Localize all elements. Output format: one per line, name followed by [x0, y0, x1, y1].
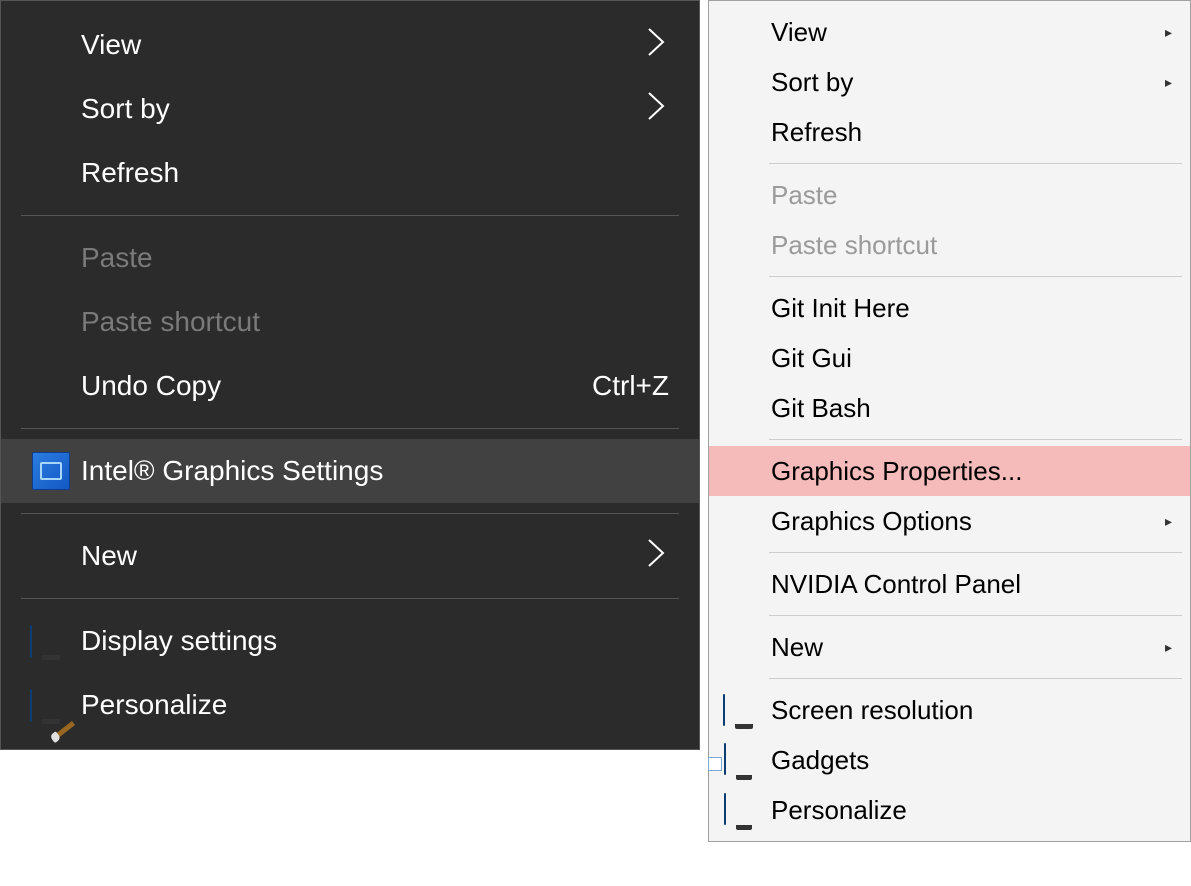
menu-separator [769, 439, 1182, 440]
menu-item-personalize[interactable]: Personalize [709, 785, 1190, 835]
submenu-arrow-icon: ▸ [1165, 74, 1172, 91]
intel-graphics-icon [21, 452, 81, 490]
menu-label: Refresh [771, 117, 1176, 148]
menu-item-graphics-properties[interactable]: Graphics Properties... [709, 446, 1190, 496]
menu-item-sort-by[interactable]: Sort by ▸ [709, 57, 1190, 107]
menu-item-view[interactable]: View [1, 13, 699, 77]
menu-separator [21, 428, 679, 429]
menu-label: Personalize [81, 689, 679, 721]
menu-item-graphics-options[interactable]: Graphics Options ▸ [709, 496, 1190, 546]
menu-separator [21, 598, 679, 599]
menu-item-view[interactable]: View ▸ [709, 7, 1190, 57]
menu-item-nvidia-control-panel[interactable]: NVIDIA Control Panel [709, 559, 1190, 609]
menu-label: Git Bash [771, 393, 1176, 424]
submenu-arrow-icon: ▸ [1165, 639, 1172, 656]
menu-item-paste: Paste [1, 226, 699, 290]
menu-item-paste: Paste [709, 170, 1190, 220]
menu-label: Paste [81, 242, 679, 274]
submenu-arrow-icon: ▸ [1165, 24, 1172, 41]
chevron-right-icon [647, 538, 665, 575]
submenu-arrow-icon: ▸ [1165, 513, 1172, 530]
menu-label: Sort by [81, 93, 647, 125]
chevron-right-icon [647, 91, 665, 128]
menu-item-sort-by[interactable]: Sort by [1, 77, 699, 141]
menu-separator [769, 276, 1182, 277]
menu-item-paste-shortcut: Paste shortcut [1, 290, 699, 354]
menu-item-undo-copy[interactable]: Undo Copy Ctrl+Z [1, 354, 699, 418]
menu-item-git-init[interactable]: Git Init Here [709, 283, 1190, 333]
menu-label: Intel® Graphics Settings [81, 455, 679, 487]
menu-label: View [771, 17, 1165, 48]
menu-label: Paste shortcut [81, 306, 679, 338]
menu-label: NVIDIA Control Panel [771, 569, 1176, 600]
menu-label: Graphics Options [771, 506, 1165, 537]
menu-separator [769, 552, 1182, 553]
keyboard-shortcut: Ctrl+Z [592, 370, 669, 402]
menu-label: Git Gui [771, 343, 1176, 374]
menu-separator [21, 513, 679, 514]
menu-separator [769, 678, 1182, 679]
menu-label: Sort by [771, 67, 1165, 98]
menu-label: Graphics Properties... [771, 456, 1176, 487]
desktop-context-menu-light: View ▸ Sort by ▸ Refresh Paste Paste sho… [708, 0, 1191, 842]
menu-item-refresh[interactable]: Refresh [709, 107, 1190, 157]
menu-item-personalize[interactable]: Personalize [1, 673, 699, 737]
menu-label: New [81, 540, 647, 572]
menu-item-new[interactable]: New [1, 524, 699, 588]
menu-label: Undo Copy [81, 370, 592, 402]
menu-item-refresh[interactable]: Refresh [1, 141, 699, 205]
menu-label: Git Init Here [771, 293, 1176, 324]
menu-label: Personalize [771, 795, 1176, 826]
menu-label: Gadgets [771, 745, 1176, 776]
menu-label: New [771, 632, 1165, 663]
menu-item-new[interactable]: New ▸ [709, 622, 1190, 672]
display-settings-icon [21, 626, 81, 656]
personalize-icon [717, 794, 771, 826]
menu-label: Display settings [81, 625, 679, 657]
chevron-right-icon [647, 27, 665, 64]
menu-separator [21, 215, 679, 216]
screen-resolution-icon [717, 695, 771, 725]
menu-item-screen-resolution[interactable]: Screen resolution [709, 685, 1190, 735]
menu-item-intel-graphics[interactable]: Intel® Graphics Settings [1, 439, 699, 503]
menu-item-git-gui[interactable]: Git Gui [709, 333, 1190, 383]
menu-label: Paste shortcut [771, 230, 1176, 261]
menu-item-git-bash[interactable]: Git Bash [709, 383, 1190, 433]
menu-label: Screen resolution [771, 695, 1176, 726]
personalize-icon [21, 690, 81, 720]
menu-item-paste-shortcut: Paste shortcut [709, 220, 1190, 270]
menu-item-gadgets[interactable]: Gadgets [709, 735, 1190, 785]
menu-item-display-settings[interactable]: Display settings [1, 609, 699, 673]
gadgets-icon [717, 744, 771, 776]
menu-separator [769, 615, 1182, 616]
desktop-context-menu-dark: View Sort by Refresh Paste Paste shortcu… [0, 0, 700, 750]
menu-label: Paste [771, 180, 1176, 211]
menu-separator [769, 163, 1182, 164]
menu-label: View [81, 29, 647, 61]
menu-label: Refresh [81, 157, 679, 189]
